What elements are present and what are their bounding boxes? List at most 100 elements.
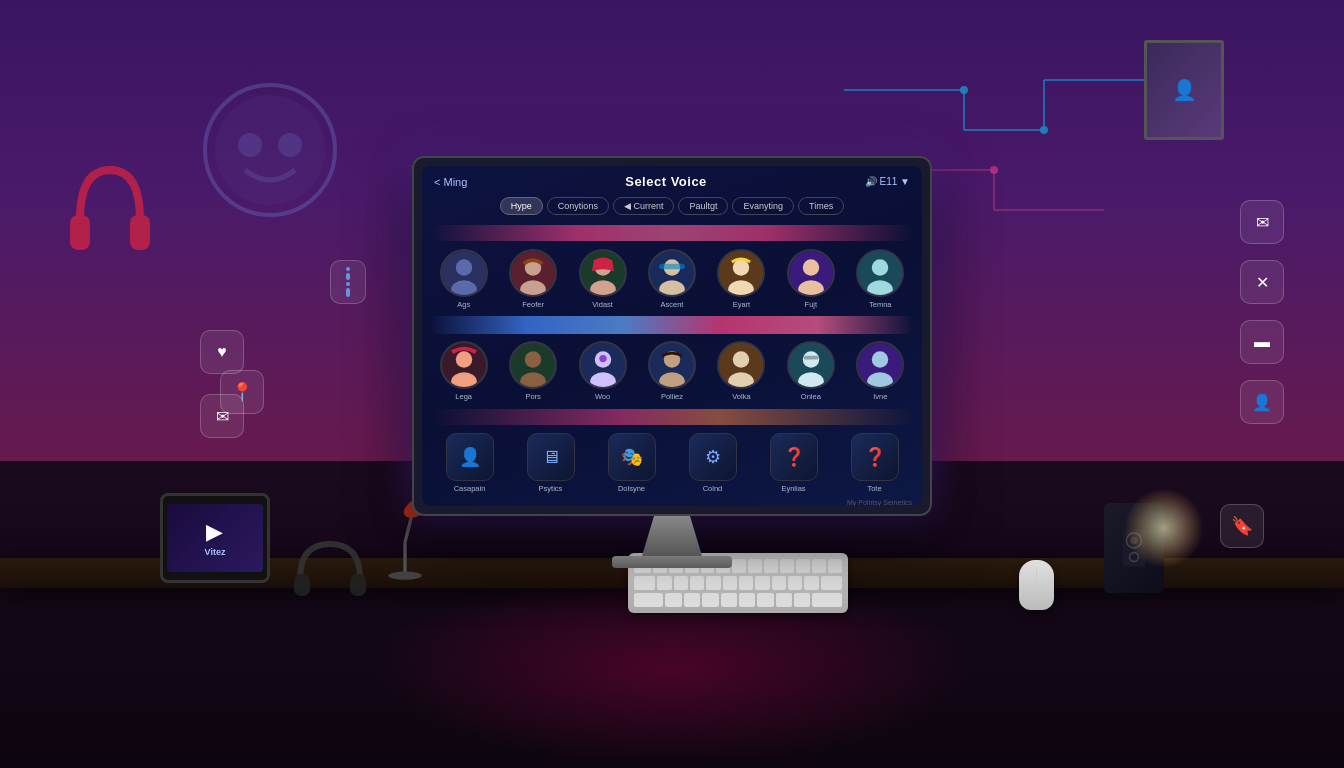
back-button[interactable]: < Ming	[434, 176, 467, 188]
voice-card-psytics[interactable]: 🖥 Psytics	[513, 433, 588, 493]
voice-name-fujt: Fujt	[805, 300, 818, 309]
tab-hype[interactable]: Hype	[500, 197, 543, 215]
voice-card-ivne[interactable]: Ivne	[849, 341, 912, 401]
tablet: ▶ Vitez	[160, 493, 270, 583]
left-icons-group: ♥ ✉	[200, 330, 244, 438]
voice-name-onlea: Onlea	[801, 392, 821, 401]
voice-name-polliez: Polliez	[661, 392, 683, 401]
screen-footer: My Polntsy Semetics	[422, 497, 922, 506]
voice-card-dolsyne[interactable]: 🎭 Dolsyne	[594, 433, 669, 493]
monitor-stand	[642, 516, 702, 556]
svg-point-3	[278, 133, 302, 157]
user-icon[interactable]: 👤	[1240, 380, 1284, 424]
voice-name-eyart: Eyart	[733, 300, 751, 309]
icon-eynlias: ❓	[770, 433, 818, 481]
tab-current[interactable]: ◀ Current	[613, 197, 675, 215]
monitor-base	[612, 556, 732, 568]
voice-card-lega[interactable]: Lega	[432, 341, 495, 401]
voice-name-tote: Tote	[867, 484, 881, 493]
svg-point-37	[872, 259, 889, 276]
svg-rect-62	[294, 574, 310, 596]
voice-name-temna: Temna	[869, 300, 892, 309]
wall-headphones	[60, 150, 160, 280]
voice-card-eyart[interactable]: Eyart	[710, 249, 773, 309]
browser-icon[interactable]: ▬	[1240, 320, 1284, 364]
voice-card-ags[interactable]: Ags	[432, 249, 495, 309]
tab-times[interactable]: Times	[798, 197, 844, 215]
voice-avatar-feofer	[509, 249, 557, 297]
waveform-middle	[422, 313, 922, 337]
wall-logo	[200, 80, 340, 220]
voice-name-casapain: Casapain	[454, 484, 486, 493]
voice-name-feofer: Feofer	[522, 300, 544, 309]
mail-icon-right[interactable]: ✉	[1240, 200, 1284, 244]
tablet-screen: ▶ Vitez	[167, 504, 263, 571]
svg-point-67	[388, 572, 421, 580]
svg-rect-63	[350, 574, 366, 596]
svg-point-34	[803, 259, 820, 276]
tab-evanyting[interactable]: Evanyting	[732, 197, 794, 215]
voice-name-pors: Pors	[525, 392, 540, 401]
tab-paultgt[interactable]: Paultgt	[678, 197, 728, 215]
voice-card-temna[interactable]: Temna	[849, 249, 912, 309]
voice-card-woo[interactable]: Woo	[571, 341, 634, 401]
icon-tote: ❓	[851, 433, 899, 481]
heart-icon[interactable]: ♥	[200, 330, 244, 374]
svg-rect-58	[804, 356, 819, 360]
tablet-label: Vitez	[205, 547, 226, 557]
bookmark-icon[interactable]: 🔖	[1220, 504, 1264, 548]
svg-point-43	[525, 351, 542, 368]
voice-card-feofer[interactable]: Feofer	[501, 249, 564, 309]
svg-rect-29	[659, 264, 685, 270]
bar-chart-icon[interactable]	[330, 260, 366, 304]
voice-row-3: 👤 Casapain 🖥 Psytics 🎭 Dolsyne ⚙ Colnd ❓	[422, 429, 922, 497]
voice-avatar-lega	[440, 341, 488, 389]
voice-name-vidast: Vidast	[592, 300, 613, 309]
voice-row-2: Lega Pors	[422, 337, 922, 405]
voice-card-pors[interactable]: Pors	[501, 341, 564, 401]
waveform-bottom	[422, 405, 922, 429]
monitor: < Ming Select Voice 🔊 E11 ▼ Hype Conytio…	[412, 156, 932, 568]
tab-conytions[interactable]: Conytions	[547, 197, 609, 215]
svg-rect-16	[130, 215, 150, 250]
voice-avatar-woo	[579, 341, 627, 389]
voice-card-polliez[interactable]: Polliez	[640, 341, 703, 401]
header-controls[interactable]: 🔊 E11 ▼	[865, 176, 910, 187]
voice-avatar-onlea	[787, 341, 835, 389]
voice-name-eynlias: Eynlias	[781, 484, 805, 493]
voice-card-vidast[interactable]: Vidast	[571, 249, 634, 309]
voice-name-ags: Ags	[457, 300, 470, 309]
voice-card-volka[interactable]: Volka	[710, 341, 773, 401]
svg-point-2	[238, 133, 262, 157]
icon-casapain: 👤	[446, 433, 494, 481]
svg-point-40	[455, 351, 472, 368]
icon-dolsyne: 🎭	[608, 433, 656, 481]
voice-card-tote[interactable]: ❓ Tote	[837, 433, 912, 493]
svg-rect-15	[70, 215, 90, 250]
monitor-frame: < Ming Select Voice 🔊 E11 ▼ Hype Conytio…	[412, 156, 932, 516]
voice-card-ascent[interactable]: Ascent	[640, 249, 703, 309]
desk-headphones	[290, 534, 370, 608]
monitor-screen: < Ming Select Voice 🔊 E11 ▼ Hype Conytio…	[422, 166, 922, 506]
svg-point-12	[960, 86, 968, 94]
voice-name-ascent: Ascent	[661, 300, 684, 309]
voice-card-colnd[interactable]: ⚙ Colnd	[675, 433, 750, 493]
svg-point-14	[990, 166, 998, 174]
voice-avatar-fujt	[787, 249, 835, 297]
voice-name-lega: Lega	[455, 392, 472, 401]
voice-avatar-temna	[856, 249, 904, 297]
voice-row-1: Ags Feofer	[422, 245, 922, 313]
voice-name-dolsyne: Dolsyne	[618, 484, 645, 493]
svg-point-18	[455, 259, 472, 276]
voice-card-eynlias[interactable]: ❓ Eynlias	[756, 433, 831, 493]
svg-point-13	[1040, 126, 1048, 134]
svg-point-48	[599, 355, 606, 362]
close-icon[interactable]: ✕	[1240, 260, 1284, 304]
mail-icon-left[interactable]: ✉	[200, 394, 244, 438]
voice-name-volka: Volka	[732, 392, 750, 401]
voice-card-fujt[interactable]: Fujt	[779, 249, 842, 309]
voice-card-onlea[interactable]: Onlea	[779, 341, 842, 401]
voice-card-casapain[interactable]: 👤 Casapain	[432, 433, 507, 493]
svg-point-1	[215, 95, 325, 205]
voice-avatar-volka	[717, 341, 765, 389]
